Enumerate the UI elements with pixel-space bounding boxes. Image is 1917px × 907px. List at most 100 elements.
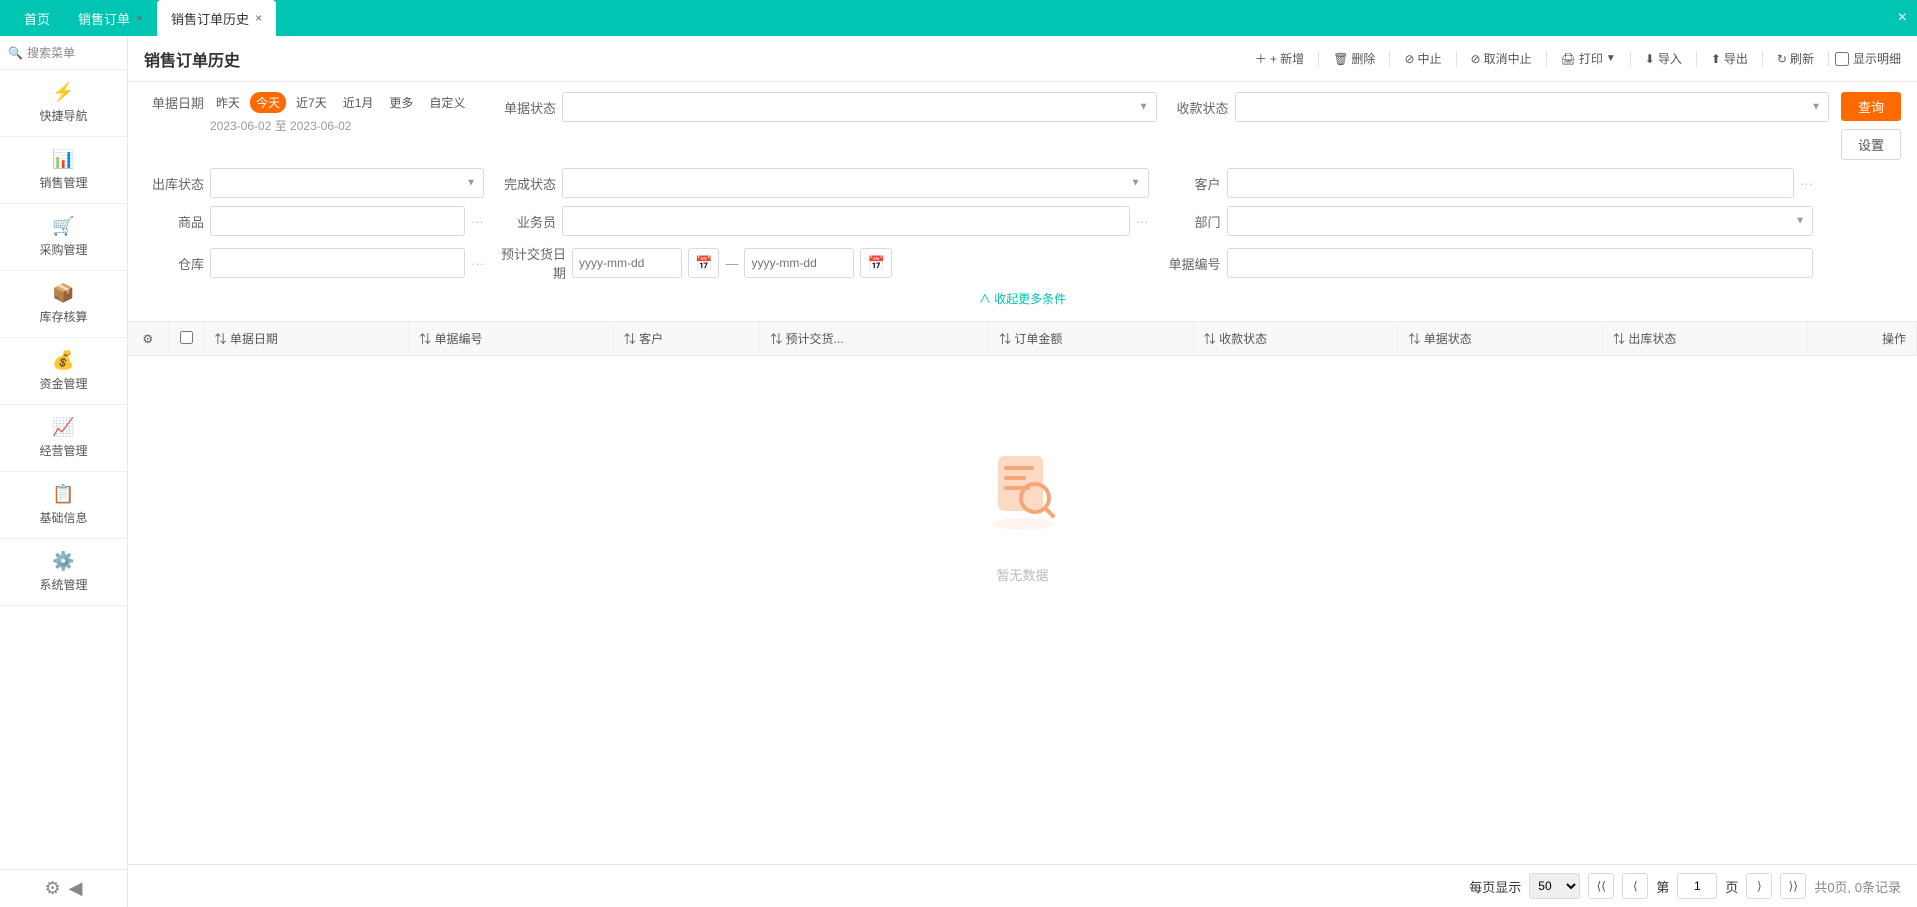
- warehouse-ellipsis[interactable]: ···: [471, 256, 484, 271]
- table-header-row: ⚙ ⇅ 单据日期 ⇅ 单据编号 ⇅ 客户: [128, 322, 1917, 356]
- pay-status-select[interactable]: [1235, 92, 1830, 122]
- import-button[interactable]: ⬇ 导入: [1637, 46, 1690, 71]
- export-button[interactable]: ⬆ 导出: [1703, 46, 1756, 71]
- query-button[interactable]: 查询: [1841, 92, 1901, 121]
- pay-status-label: 收款状态: [1169, 98, 1229, 117]
- settings-icon[interactable]: ⚙: [142, 332, 153, 346]
- set-button[interactable]: 设置: [1841, 129, 1901, 160]
- close-window-button[interactable]: ×: [1898, 9, 1907, 27]
- date-tag-1month[interactable]: 近1月: [337, 92, 380, 113]
- filter-area: 单据日期 昨天 今天 近7天 近1月 更多 自定义 2023-06-02 至 2…: [128, 82, 1917, 322]
- th-operation-label: 操作: [1882, 332, 1906, 346]
- out-stock-select[interactable]: [210, 168, 484, 198]
- complete-status-select[interactable]: [562, 168, 1149, 198]
- tab-sales-order-history[interactable]: 销售订单历史 ×: [157, 0, 276, 36]
- main-content: 销售订单历史 ＋ + 新增 🗑 删除 ⊘ 中止 ⊘: [128, 36, 1917, 907]
- last-page-button[interactable]: ⟩⟩: [1780, 873, 1806, 899]
- th-order-no: ⇅ 单据编号: [409, 322, 614, 356]
- sidebar: 🔍 搜索菜单 ⚡ 快捷导航 📊 销售管理 🛒 采购管理 📦 库存核算 💰 资金管…: [0, 36, 128, 907]
- stop-button[interactable]: ⊘ 中止: [1396, 46, 1449, 71]
- show-details-toggle[interactable]: 显示明细: [1835, 50, 1901, 67]
- date-tag-7days[interactable]: 近7天: [290, 92, 333, 113]
- th-amount-label: ⇅ 订单金额: [999, 332, 1062, 346]
- order-no-input[interactable]: [1227, 248, 1814, 278]
- dept-select-wrap: ▼: [1227, 206, 1814, 236]
- sidebar-search[interactable]: 🔍 搜索菜单: [0, 36, 127, 70]
- sidebar-item-quick-nav[interactable]: ⚡ 快捷导航: [0, 70, 127, 137]
- goods-input[interactable]: [210, 206, 465, 236]
- sidebar-item-finance[interactable]: 💰 资金管理: [0, 338, 127, 405]
- show-details-label-text: 显示明细: [1853, 50, 1901, 67]
- complete-status-select-wrap: ▼: [562, 168, 1149, 198]
- expected-date-label: 预计交货日期: [496, 244, 566, 282]
- purchase-mgmt-icon: 🛒: [52, 216, 74, 237]
- sidebar-item-inventory[interactable]: 📦 库存核算: [0, 271, 127, 338]
- sidebar-item-basic-info[interactable]: 📋 基础信息: [0, 472, 127, 539]
- sep2: [1389, 51, 1390, 67]
- page-number-input[interactable]: [1677, 873, 1717, 899]
- sep8: [1828, 51, 1829, 67]
- sidebar-bottom: ⚙ ◀: [0, 869, 127, 907]
- sidebar-item-sales-mgmt-label: 销售管理: [39, 174, 87, 191]
- collapse-filters[interactable]: ∧ 收起更多条件: [144, 286, 1901, 311]
- settings-bottom-icon[interactable]: ⚙: [45, 878, 61, 899]
- page-size-select[interactable]: 20 50 100: [1529, 873, 1580, 899]
- salesman-label: 业务员: [496, 212, 556, 231]
- collapse-label: ∧ 收起更多条件: [979, 292, 1066, 306]
- cancel-stop-button[interactable]: ⊘ 取消中止: [1463, 46, 1540, 71]
- refresh-button[interactable]: ↻ 刷新: [1769, 46, 1822, 71]
- tab-sales-order[interactable]: 销售订单 ×: [64, 0, 157, 36]
- date-tag-yesterday[interactable]: 昨天: [210, 92, 246, 113]
- dept-select[interactable]: [1227, 206, 1814, 236]
- search-icon: 🔍: [8, 46, 23, 60]
- refresh-icon: ↻: [1777, 52, 1787, 66]
- dept-label: 部门: [1161, 212, 1221, 231]
- sidebar-item-inventory-label: 库存核算: [39, 308, 87, 325]
- th-date-label: ⇅ 单据日期: [215, 332, 278, 346]
- order-status-select[interactable]: [562, 92, 1157, 122]
- order-status-label: 单据状态: [496, 98, 556, 117]
- sidebar-item-system-mgmt[interactable]: ⚙️ 系统管理: [0, 539, 127, 606]
- pagination: 每页显示 20 50 100 ⟨⟨ ⟨ 第 页 ⟩ ⟩⟩ 共0页, 0条记录: [128, 864, 1917, 907]
- customer-ellipsis[interactable]: ···: [1800, 176, 1813, 191]
- tab-sales-order-close[interactable]: ×: [136, 11, 143, 25]
- sidebar-item-purchase-mgmt[interactable]: 🛒 采购管理: [0, 204, 127, 271]
- date-to-calendar-btn[interactable]: 📅: [860, 248, 891, 278]
- pay-status-select-wrap: ▼: [1235, 92, 1830, 122]
- sidebar-item-sales-mgmt[interactable]: 📊 销售管理: [0, 137, 127, 204]
- sidebar-item-finance-label: 资金管理: [39, 375, 87, 392]
- goods-ellipsis[interactable]: ···: [471, 214, 484, 229]
- import-icon: ⬇: [1645, 52, 1655, 66]
- show-details-checkbox[interactable]: [1835, 52, 1849, 66]
- sep3: [1456, 51, 1457, 67]
- tab-sales-order-history-close[interactable]: ×: [255, 11, 262, 25]
- customer-input[interactable]: [1227, 168, 1795, 198]
- salesman-ellipsis[interactable]: ···: [1136, 214, 1149, 229]
- sep6: [1696, 51, 1697, 67]
- th-checkbox[interactable]: [168, 322, 204, 356]
- date-range-dash: —: [725, 256, 738, 271]
- prev-page-button[interactable]: ⟨: [1622, 873, 1648, 899]
- first-page-button[interactable]: ⟨⟨: [1588, 873, 1614, 899]
- new-button[interactable]: ＋ + 新增: [1247, 46, 1312, 71]
- collapse-sidebar-icon[interactable]: ◀: [69, 878, 83, 899]
- date-tag-more[interactable]: 更多: [383, 92, 419, 113]
- th-settings[interactable]: ⚙: [128, 322, 168, 356]
- expected-date-from[interactable]: [572, 248, 682, 278]
- next-page-button[interactable]: ⟩: [1746, 873, 1772, 899]
- finance-icon: 💰: [52, 350, 74, 371]
- warehouse-input[interactable]: [210, 248, 465, 278]
- th-out-stock-status: ⇅ 出库状态: [1603, 322, 1808, 356]
- sidebar-item-operations[interactable]: 📈 经营管理: [0, 405, 127, 472]
- th-order-no-label: ⇅ 单据编号: [419, 332, 482, 346]
- delete-button[interactable]: 🗑 删除: [1325, 46, 1383, 71]
- print-button[interactable]: 🖨 打印 ▼: [1553, 46, 1624, 71]
- tab-home[interactable]: 首页: [10, 0, 64, 36]
- date-from-calendar-btn[interactable]: 📅: [688, 248, 719, 278]
- date-tag-today[interactable]: 今天: [250, 92, 286, 113]
- salesman-input[interactable]: [562, 206, 1130, 236]
- expected-date-to[interactable]: [744, 248, 854, 278]
- select-all-checkbox[interactable]: [180, 331, 193, 344]
- warehouse-label: 仓库: [144, 254, 204, 273]
- date-tag-custom[interactable]: 自定义: [423, 92, 471, 113]
